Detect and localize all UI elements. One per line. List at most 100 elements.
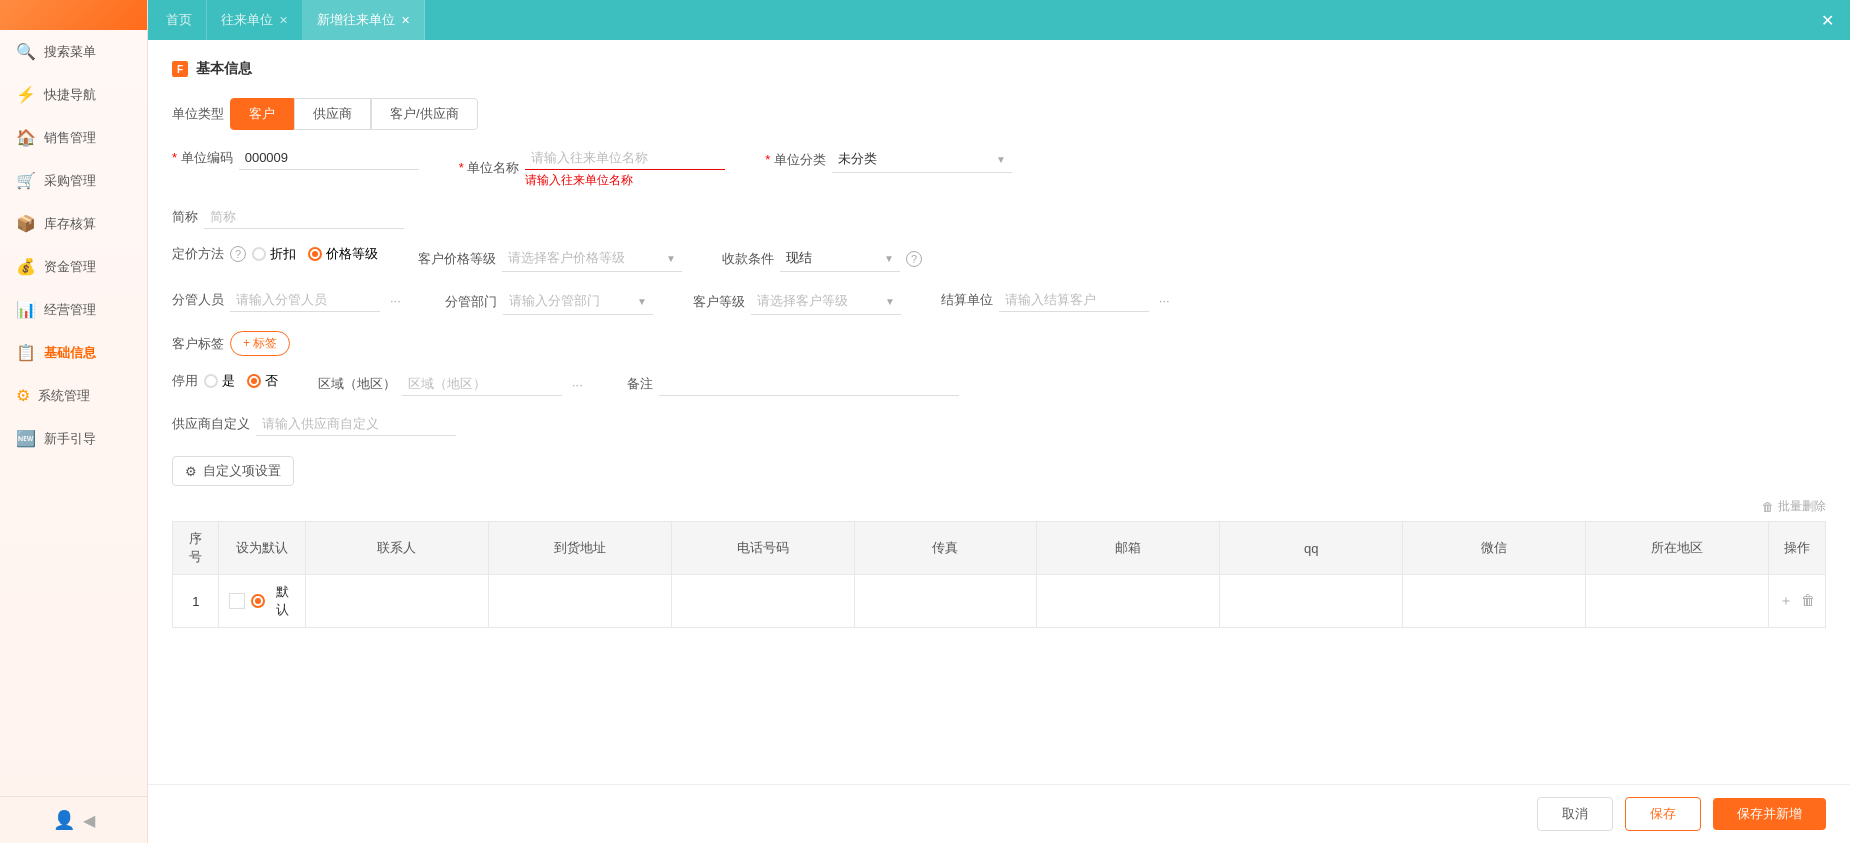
row-checkbox[interactable] bbox=[229, 593, 245, 609]
unit-name-group: 单位名称 请输入往来单位名称 bbox=[459, 146, 726, 189]
sidebar-item-label: 库存核算 bbox=[44, 215, 96, 233]
sidebar-item-finance[interactable]: 💰 资金管理 bbox=[0, 245, 147, 288]
sidebar-item-inventory[interactable]: 📦 库存核算 bbox=[0, 202, 147, 245]
fax-input[interactable] bbox=[865, 594, 1027, 609]
department-select[interactable]: 请输入分管部门 ▼ bbox=[503, 288, 653, 315]
row-delete-icon[interactable]: 🗑 bbox=[1801, 592, 1815, 610]
sidebar-item-guide[interactable]: 🆕 新手引导 bbox=[0, 417, 147, 460]
supplier-custom-label: 供应商自定义 bbox=[172, 415, 250, 433]
pricing-method-group: 定价方法 ? 折扣 价格等级 bbox=[172, 245, 378, 263]
custom-settings-icon: ⚙ bbox=[185, 464, 197, 479]
sidebar-item-sales[interactable]: 🏠 销售管理 bbox=[0, 116, 147, 159]
unit-btn-supplier[interactable]: 供应商 bbox=[294, 98, 371, 130]
row-add-icon[interactable]: ＋ bbox=[1779, 592, 1793, 610]
finance-icon: 💰 bbox=[16, 257, 36, 276]
unit-type-row: 单位类型 客户 供应商 客户/供应商 bbox=[172, 98, 1826, 130]
system-icon: ⚙ bbox=[16, 386, 30, 405]
sidebar-item-operations[interactable]: 📊 经营管理 bbox=[0, 288, 147, 331]
tab-home[interactable]: 首页 bbox=[152, 0, 207, 40]
supplier-custom-input[interactable] bbox=[256, 412, 456, 436]
operations-icon: 📊 bbox=[16, 300, 36, 319]
basic-icon: 📋 bbox=[16, 343, 36, 362]
abbreviation-row: 简称 bbox=[172, 205, 1826, 229]
tab-contact-label: 往来单位 bbox=[221, 11, 273, 29]
region-more-icon[interactable]: ··· bbox=[568, 377, 587, 392]
unit-btn-customer[interactable]: 客户 bbox=[230, 98, 294, 130]
payment-terms-chevron: ▼ bbox=[884, 253, 894, 264]
col-fax: 传真 bbox=[854, 522, 1037, 575]
payment-terms-select[interactable]: 现结 ▼ bbox=[780, 245, 900, 272]
tab-bar: 首页 往来单位 ✕ 新增往来单位 ✕ ✕ bbox=[148, 0, 1850, 40]
sidebar-item-basic[interactable]: 📋 基础信息 bbox=[0, 331, 147, 374]
manager-more-icon[interactable]: ··· bbox=[386, 293, 405, 308]
note-input[interactable] bbox=[659, 372, 959, 396]
manager-group: 分管人员 ··· bbox=[172, 288, 405, 312]
tab-new-contact[interactable]: 新增往来单位 ✕ bbox=[303, 0, 425, 40]
address-input[interactable] bbox=[499, 594, 661, 609]
sidebar-item-search[interactable]: 🔍 搜索菜单 bbox=[0, 30, 147, 73]
disabled-radio-yes[interactable]: 是 bbox=[204, 372, 235, 390]
manager-label: 分管人员 bbox=[172, 291, 224, 309]
cell-qq[interactable] bbox=[1220, 575, 1403, 628]
disabled-radio-yes-label: 是 bbox=[222, 372, 235, 390]
region-input[interactable] bbox=[402, 372, 562, 396]
pricing-help-icon[interactable]: ? bbox=[230, 246, 246, 262]
customer-level-select[interactable]: 请选择客户等级 ▼ bbox=[751, 288, 901, 315]
cell-email[interactable] bbox=[1037, 575, 1220, 628]
supplier-custom-row: 供应商自定义 bbox=[172, 412, 1826, 436]
cancel-button[interactable]: 取消 bbox=[1537, 797, 1613, 831]
qq-input[interactable] bbox=[1230, 594, 1392, 609]
contact-table-section: 🗑 批量删除 序号 设为默认 联系人 到货地址 电话号码 传真 邮箱 qq bbox=[172, 498, 1826, 628]
tab-new-contact-close[interactable]: ✕ bbox=[401, 14, 410, 27]
purchase-icon: 🛒 bbox=[16, 171, 36, 190]
add-tag-button[interactable]: + 标签 bbox=[230, 331, 290, 356]
contact-input[interactable] bbox=[316, 594, 478, 609]
email-input[interactable] bbox=[1047, 594, 1209, 609]
pricing-radio-discount[interactable]: 折扣 bbox=[252, 245, 296, 263]
tab-contact[interactable]: 往来单位 ✕ bbox=[207, 0, 303, 40]
unit-info-row: 单位编码 单位名称 请输入往来单位名称 单位分类 未分类 ▼ bbox=[172, 146, 1826, 189]
tags-row: 客户标签 + 标签 bbox=[172, 331, 1826, 356]
unit-btn-both[interactable]: 客户/供应商 bbox=[371, 98, 478, 130]
window-close-button[interactable]: ✕ bbox=[1809, 11, 1846, 30]
unit-code-label: 单位编码 bbox=[172, 149, 233, 167]
cell-wechat[interactable] bbox=[1403, 575, 1586, 628]
abbreviation-input[interactable] bbox=[204, 205, 404, 229]
cell-phone[interactable] bbox=[671, 575, 854, 628]
region-cell-input[interactable] bbox=[1596, 594, 1758, 609]
sidebar-item-label: 采购管理 bbox=[44, 172, 96, 190]
batch-delete-label: 批量删除 bbox=[1778, 498, 1826, 515]
disabled-radio-no[interactable]: 否 bbox=[247, 372, 278, 390]
save-and-new-button[interactable]: 保存并新增 bbox=[1713, 798, 1826, 830]
cell-region[interactable] bbox=[1586, 575, 1769, 628]
settlement-input[interactable] bbox=[999, 288, 1149, 312]
cell-fax[interactable] bbox=[854, 575, 1037, 628]
save-button[interactable]: 保存 bbox=[1625, 797, 1701, 831]
quick-nav-icon: ⚡ bbox=[16, 85, 36, 104]
cell-contact[interactable] bbox=[305, 575, 488, 628]
tab-contact-close[interactable]: ✕ bbox=[279, 14, 288, 27]
pricing-radio-level[interactable]: 价格等级 bbox=[308, 245, 378, 263]
unit-category-select[interactable]: 未分类 ▼ bbox=[832, 146, 1012, 173]
wechat-input[interactable] bbox=[1413, 594, 1575, 609]
payment-terms-group: 收款条件 现结 ▼ ? bbox=[722, 245, 922, 272]
batch-delete-button[interactable]: 🗑 批量删除 bbox=[1762, 498, 1826, 515]
guide-icon: 🆕 bbox=[16, 429, 36, 448]
sidebar-collapse-icon[interactable]: ◀ bbox=[83, 811, 95, 830]
unit-code-input[interactable] bbox=[239, 146, 419, 170]
sidebar-item-purchase[interactable]: 🛒 采购管理 bbox=[0, 159, 147, 202]
unit-name-input[interactable] bbox=[525, 146, 725, 170]
settlement-more-icon[interactable]: ··· bbox=[1155, 293, 1174, 308]
sidebar-item-system[interactable]: ⚙ 系统管理 bbox=[0, 374, 147, 417]
customer-level-placeholder: 请选择客户等级 bbox=[757, 292, 848, 310]
manager-input[interactable] bbox=[230, 288, 380, 312]
sidebar-item-quick-nav[interactable]: ⚡ 快捷导航 bbox=[0, 73, 147, 116]
customer-price-level-select[interactable]: 请选择客户价格等级 ▼ bbox=[502, 245, 682, 272]
note-group: 备注 bbox=[627, 372, 959, 396]
custom-settings-button[interactable]: ⚙ 自定义项设置 bbox=[172, 456, 294, 486]
phone-input[interactable] bbox=[682, 594, 844, 609]
cell-address[interactable] bbox=[488, 575, 671, 628]
col-address: 到货地址 bbox=[488, 522, 671, 575]
payment-help-icon[interactable]: ? bbox=[906, 251, 922, 267]
row-default-radio[interactable]: 默认 bbox=[251, 583, 295, 619]
